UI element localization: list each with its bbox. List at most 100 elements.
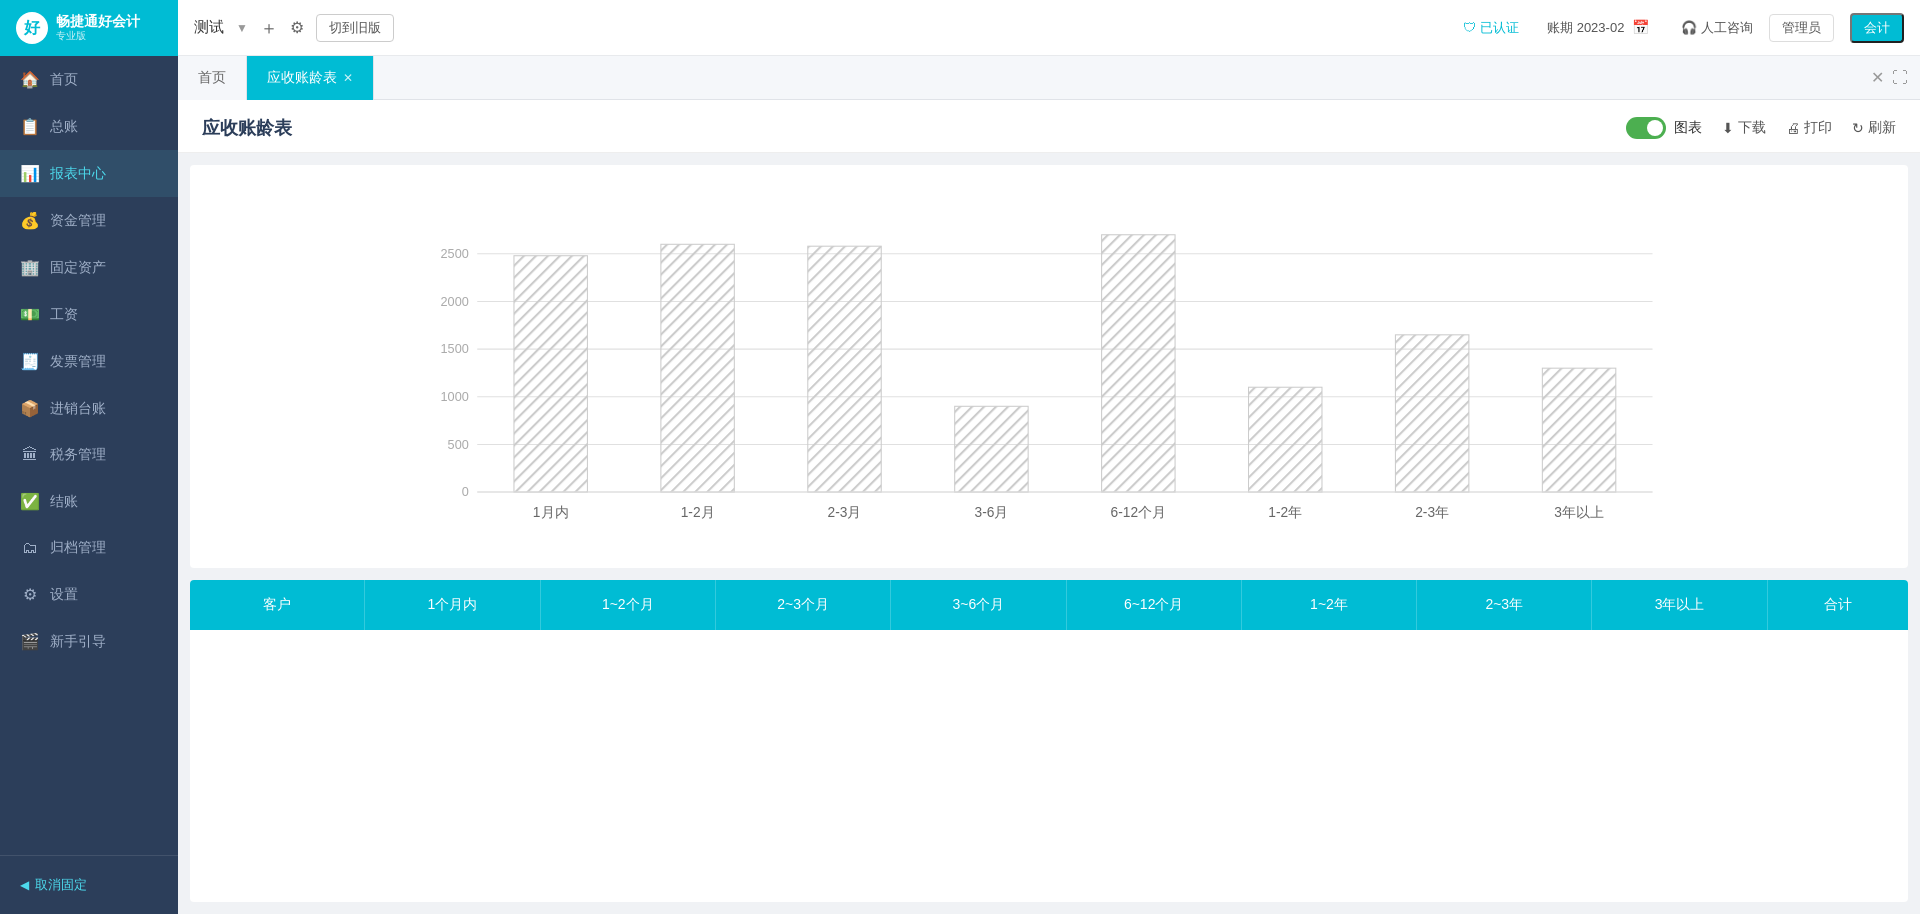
print-icon: 🖨 (1786, 120, 1800, 136)
tab-home[interactable]: 首页 (178, 56, 247, 100)
sidebar-item-工资[interactable]: 💵工资 (0, 291, 178, 338)
tab-close-all-icon[interactable]: ✕ (1871, 68, 1884, 87)
headset-icon: 🎧 (1681, 20, 1697, 35)
sidebar-icon-1: 📋 (20, 117, 40, 136)
topbar-dropdown-icon[interactable]: ▼ (236, 21, 248, 35)
topbar-add-button[interactable]: ＋ (260, 16, 278, 40)
download-button[interactable]: ⬇ 下载 (1722, 119, 1766, 137)
sidebar-label-9: 结账 (50, 493, 78, 511)
sidebar-item-报表中心[interactable]: 📊 报表中心 (0, 150, 178, 197)
svg-text:3-6月: 3-6月 (974, 505, 1008, 520)
svg-text:2000: 2000 (441, 295, 469, 309)
page-actions: 图表 ⬇ 下载 🖨 打印 ↻ 刷新 (1626, 117, 1896, 139)
app-name: 畅捷通好会计 (56, 13, 140, 30)
sidebar-label-2: 报表中心 (50, 165, 106, 183)
table-header-2~3个月: 2~3个月 (716, 580, 891, 630)
topbar-right: 🎧 人工咨询 管理员 会计 (1681, 13, 1904, 43)
chart-container: 05001000150020002500 1月内1-2月2-3月3-6月6-12… (190, 165, 1908, 568)
sidebar-item-资金管理[interactable]: 💰 资金管理 (0, 197, 178, 244)
table-header-6~12个月: 6~12个月 (1067, 580, 1242, 630)
tabbar: 首页 应收账龄表 ✕ ✕ ⛶ (178, 56, 1920, 100)
tab-receivable-aging-label: 应收账龄表 (267, 69, 337, 87)
table-header-1个月内: 1个月内 (365, 580, 540, 630)
sidebar-label-4: 固定资产 (50, 259, 106, 277)
pin-arrow-icon: ◀ (20, 878, 29, 892)
sidebar-label-7: 进销台账 (50, 400, 106, 418)
svg-text:2-3年: 2-3年 (1415, 505, 1449, 520)
svg-text:1000: 1000 (441, 390, 469, 404)
sidebar-item-固定资产[interactable]: 🏢 固定资产 (0, 244, 178, 291)
sidebar-icon-4: 🏢 (20, 258, 40, 277)
sidebar-item-总账[interactable]: 📋 总账 (0, 103, 178, 150)
svg-text:0: 0 (462, 485, 469, 499)
sidebar-label-3: 资金管理 (50, 212, 106, 230)
page-title: 应收账龄表 (202, 116, 292, 140)
svg-text:2500: 2500 (441, 247, 469, 261)
admin-button[interactable]: 管理员 (1769, 14, 1834, 42)
print-button[interactable]: 🖨 打印 (1786, 119, 1832, 137)
svg-text:2-3月: 2-3月 (828, 505, 862, 520)
certified-label: 已认证 (1480, 19, 1519, 37)
bar-4 (1102, 235, 1175, 492)
switch-to-old-button[interactable]: 切到旧版 (316, 14, 394, 42)
table-header-3年以上: 3年以上 (1592, 580, 1767, 630)
chart-toggle-label: 图表 (1674, 119, 1702, 137)
calendar-icon[interactable]: 📅 (1632, 19, 1649, 35)
sidebar-label-1: 总账 (50, 118, 78, 136)
table-header: 客户1个月内1~2个月2~3个月3~6个月6~12个月1~2年2~3年3年以上合… (190, 580, 1908, 630)
sidebar-item-首页[interactable]: 🏠首页 (0, 56, 178, 103)
tab-receivable-aging[interactable]: 应收账龄表 ✕ (247, 56, 374, 100)
sidebar-logo: 好 畅捷通好会计 专业版 (0, 0, 178, 56)
sidebar-item-税务管理[interactable]: 🏛税务管理 (0, 432, 178, 478)
sidebar-icon-2: 📊 (20, 164, 40, 183)
bar-chart-svg: 05001000150020002500 1月内1-2月2-3月3-6月6-12… (210, 185, 1888, 545)
svg-text:500: 500 (448, 438, 469, 452)
consult-button[interactable]: 🎧 人工咨询 (1681, 19, 1753, 37)
sidebar-label-10: 归档管理 (50, 539, 106, 557)
sidebar-pin-button[interactable]: ◀ 取消固定 (0, 866, 178, 904)
table-header-1~2个月: 1~2个月 (541, 580, 716, 630)
sidebar-scroll: 🏠首页📋总账📊报表中心💰资金管理🏢固定资产💵工资🧾发票管理📦进销台账🏛税务管理✅… (0, 56, 178, 855)
tab-close-icon[interactable]: ✕ (343, 71, 353, 85)
pin-label: 取消固定 (35, 876, 87, 894)
period-label: 账期 (1547, 20, 1573, 35)
bar-2 (808, 246, 881, 492)
app-edition: 专业版 (56, 29, 140, 43)
svg-text:1500: 1500 (441, 342, 469, 356)
svg-text:3年以上: 3年以上 (1554, 505, 1604, 520)
topbar-settings-icon[interactable]: ⚙ (290, 18, 304, 37)
bar-5 (1249, 387, 1322, 492)
sidebar-label-6: 发票管理 (50, 353, 106, 371)
sidebar-item-归档管理[interactable]: 🗂 归档管理 (0, 525, 178, 571)
refresh-button[interactable]: ↻ 刷新 (1852, 119, 1896, 137)
bar-1 (661, 244, 734, 492)
sidebar-icon-10: 🗂 (20, 539, 40, 557)
sidebar-icon-3: 💰 (20, 211, 40, 230)
tab-expand-icon[interactable]: ⛶ (1892, 69, 1908, 87)
sidebar-item-结账[interactable]: ✅ 结账 (0, 478, 178, 525)
sidebar-item-进销台账[interactable]: 📦 进销台账 (0, 385, 178, 432)
accounting-button[interactable]: 会计 (1850, 13, 1904, 43)
sidebar-icon-5: 💵 (20, 305, 40, 324)
refresh-label: 刷新 (1868, 119, 1896, 137)
period-value: 2023-02 (1577, 20, 1625, 35)
sidebar-item-发票管理[interactable]: 🧾发票管理 (0, 338, 178, 385)
sidebar-item-设置[interactable]: ⚙设置 (0, 571, 178, 618)
download-icon: ⬇ (1722, 120, 1734, 136)
svg-text:1-2年: 1-2年 (1268, 505, 1302, 520)
page-area: 应收账龄表 图表 ⬇ 下载 🖨 打印 ↻ 刷新 (178, 100, 1920, 914)
svg-text:1-2月: 1-2月 (681, 505, 715, 520)
sidebar-icon-11: ⚙ (20, 585, 40, 604)
sidebar-item-新手引导[interactable]: 🎬新手引导 (0, 618, 178, 665)
chart-toggle[interactable] (1626, 117, 1666, 139)
topbar-title: 测试 (194, 18, 224, 37)
bar-0 (514, 256, 587, 492)
chart-toggle-wrap: 图表 (1626, 117, 1702, 139)
sidebar-icon-9: ✅ (20, 492, 40, 511)
sidebar-icon-7: 📦 (20, 399, 40, 418)
svg-text:1月内: 1月内 (533, 505, 569, 520)
table-header-客户: 客户 (190, 580, 365, 630)
page-header: 应收账龄表 图表 ⬇ 下载 🖨 打印 ↻ 刷新 (178, 100, 1920, 153)
tab-home-label: 首页 (198, 69, 226, 87)
bar-7 (1542, 368, 1615, 492)
